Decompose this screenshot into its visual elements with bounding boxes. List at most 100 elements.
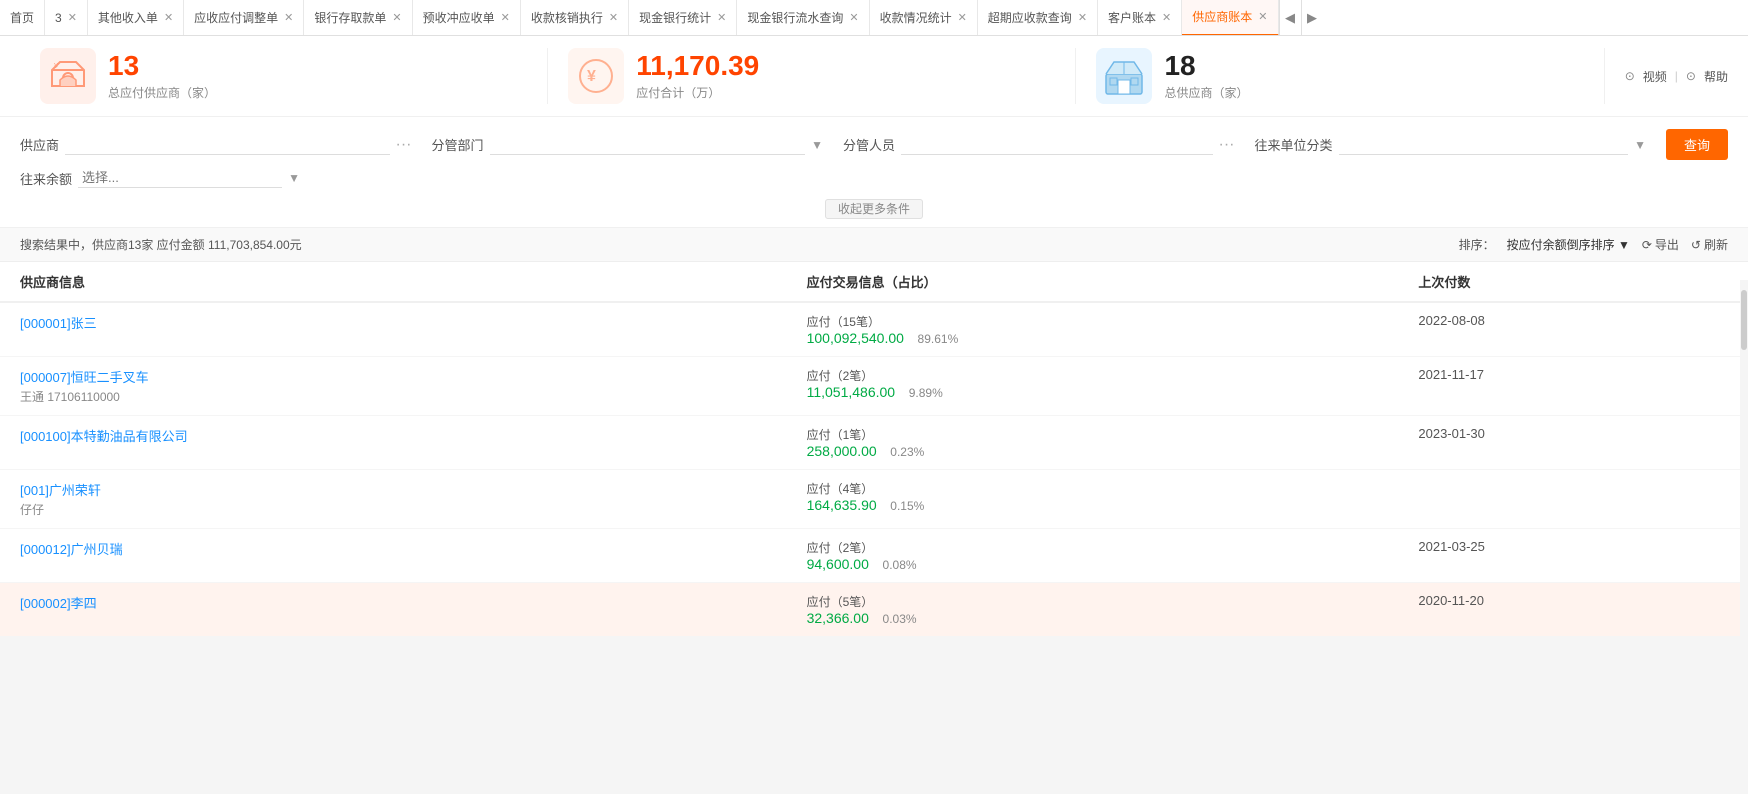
tx-label: 应付（1笔） [807, 428, 874, 442]
supplier-info-cell: [000007]恒旺二手叉车王通 17106110000 [0, 357, 787, 416]
nav-tab-3[interactable]: 3 ✕ [45, 0, 88, 36]
supplier-link[interactable]: [000001]张三 [20, 316, 97, 331]
nav-tab-cash-bank-flow-label: 现金银行流水查询 [747, 9, 843, 26]
nav-tab-ap-adjust[interactable]: 应收应付调整单 ✕ [184, 0, 304, 36]
tx-pct: 0.08% [883, 558, 917, 572]
tx-amount[interactable]: 258,000.00 [807, 443, 877, 459]
tx-amount[interactable]: 164,635.90 [807, 497, 877, 513]
filter-supplier: 供应商 ··· [20, 135, 412, 155]
close-icon[interactable]: ✕ [164, 11, 173, 24]
last-pay-cell: 2021-03-25 [1398, 529, 1748, 583]
tx-pct: 0.03% [883, 612, 917, 626]
close-icon[interactable]: ✕ [392, 11, 401, 24]
tx-amount[interactable]: 32,366.00 [807, 610, 869, 626]
tx-info-cell: 应付（5笔） 32,366.00 0.03% [787, 583, 1399, 637]
svg-text:¥: ¥ [587, 68, 596, 85]
payable-suppliers-number: 13 [108, 52, 216, 80]
supplier-sub-info: 王通 17106110000 [20, 388, 767, 405]
close-icon[interactable]: ✕ [501, 11, 510, 24]
supplier-link[interactable]: [000100]本特勤油品有限公司 [20, 429, 188, 444]
dept-filter-label: 分管部门 [432, 135, 484, 154]
balance-filter-input[interactable] [78, 168, 282, 188]
last-pay-cell: 2022-08-08 [1398, 302, 1748, 357]
stat-info-amount: 11,170.39 应付合计（万） [636, 52, 759, 101]
nav-next-button[interactable]: ▶ [1301, 0, 1323, 36]
table-row: [001]广州荣轩仔仔 应付（4笔） 164,635.90 0.15% [0, 470, 1748, 529]
table-header-row: 供应商信息 应付交易信息（占比） 上次付数 [0, 262, 1748, 302]
stat-info-payable: 13 总应付供应商（家） [108, 52, 216, 101]
total-amount-number: 11,170.39 [636, 52, 759, 80]
tx-label: 应付（5笔） [807, 595, 874, 609]
close-icon[interactable]: ✕ [849, 11, 858, 24]
tx-pct: 0.15% [890, 499, 924, 513]
nav-tab-advance-label: 预收冲应收单 [423, 9, 495, 26]
export-button[interactable]: ⟳ 导出 [1642, 236, 1679, 253]
nav-tab-home[interactable]: 首页 [0, 0, 45, 36]
tx-info-cell: 应付（1笔） 258,000.00 0.23% [787, 416, 1399, 470]
last-pay-cell: 2023-01-30 [1398, 416, 1748, 470]
table-row: [000012]广州贝瑞 应付（2笔） 94,600.00 0.08% 2021… [0, 529, 1748, 583]
video-link[interactable]: 视频 [1643, 68, 1667, 85]
right-scrollbar[interactable] [1740, 280, 1748, 794]
top-nav: 首页 3 ✕ 其他收入单 ✕ 应收应付调整单 ✕ 银行存取款单 ✕ 预收冲应收单… [0, 0, 1748, 36]
balance-chevron-icon[interactable]: ▼ [288, 171, 300, 185]
tx-label: 应付（4笔） [807, 482, 874, 496]
tx-amount[interactable]: 94,600.00 [807, 556, 869, 572]
sort-value[interactable]: 按应付余额倒序排序 ▼ [1507, 236, 1630, 253]
refresh-button[interactable]: ↺ 刷新 [1691, 236, 1728, 253]
nav-tab-receipt-exec[interactable]: 收款核销执行 ✕ [521, 0, 629, 36]
close-icon[interactable]: ✕ [717, 11, 726, 24]
col-tx-info: 应付交易信息（占比） [787, 262, 1399, 302]
nav-tab-overdue-label: 超期应收款查询 [988, 9, 1072, 26]
nav-prev-button[interactable]: ◀ [1279, 0, 1301, 36]
scrollbar-thumb[interactable] [1741, 290, 1747, 350]
supplier-link[interactable]: [000007]恒旺二手叉车 [20, 370, 149, 385]
tx-amount[interactable]: 100,092,540.00 [807, 330, 904, 346]
category-chevron-icon[interactable]: ▼ [1634, 138, 1646, 152]
table-row: [000100]本特勤油品有限公司 应付（1笔） 258,000.00 0.23… [0, 416, 1748, 470]
help-link[interactable]: 帮助 [1704, 68, 1728, 85]
nav-tab-supplier-account[interactable]: 供应商账本 ✕ [1182, 0, 1278, 36]
supplier-link[interactable]: [001]广州荣轩 [20, 483, 101, 498]
tx-amount[interactable]: 11,051,486.00 [807, 384, 896, 400]
stat-block-payable-suppliers: ¥ 13 总应付供应商（家） [20, 48, 548, 104]
close-icon[interactable]: ✕ [609, 11, 618, 24]
tx-pct: 9.89% [909, 386, 943, 400]
tx-label: 应付（2笔） [807, 369, 874, 383]
nav-tab-cash-bank-stat[interactable]: 现金银行统计 ✕ [629, 0, 737, 36]
nav-tab-receipt-stat[interactable]: 收款情况统计 ✕ [870, 0, 978, 36]
nav-tab-customer-account[interactable]: 客户账本 ✕ [1098, 0, 1182, 36]
supplier-filter-dots[interactable]: ··· [396, 136, 412, 154]
nav-tab-overdue[interactable]: 超期应收款查询 ✕ [978, 0, 1098, 36]
supplier-info-cell: [000012]广州贝瑞 [0, 529, 787, 583]
nav-tab-other-income[interactable]: 其他收入单 ✕ [88, 0, 184, 36]
dept-chevron-icon[interactable]: ▼ [811, 138, 823, 152]
nav-tab-receipt-stat-label: 收款情况统计 [880, 9, 952, 26]
close-icon[interactable]: ✕ [1078, 11, 1087, 24]
person-filter-input[interactable] [901, 135, 1213, 155]
close-icon[interactable]: ✕ [68, 11, 77, 24]
supplier-link[interactable]: [000002]李四 [20, 596, 97, 611]
filter-area: 供应商 ··· 分管部门 ▼ 分管人员 ··· 往来单位分类 ▼ 查询 往来余额 [0, 117, 1748, 228]
category-filter-label: 往来单位分类 [1255, 135, 1333, 154]
person-filter-dots[interactable]: ··· [1219, 136, 1235, 154]
col-last-pay: 上次付数 [1398, 262, 1748, 302]
nav-tab-cash-bank-flow[interactable]: 现金银行流水查询 ✕ [737, 0, 869, 36]
close-icon[interactable]: ✕ [1258, 10, 1267, 23]
store-icon [1096, 48, 1152, 104]
close-icon[interactable]: ✕ [1162, 11, 1171, 24]
svg-text:¥: ¥ [54, 63, 58, 70]
dept-filter-input[interactable] [490, 135, 806, 155]
supplier-filter-input[interactable] [65, 135, 390, 155]
category-filter-input[interactable] [1339, 135, 1629, 155]
supplier-info-cell: [000002]李四 [0, 583, 787, 637]
close-icon[interactable]: ✕ [284, 11, 293, 24]
nav-tab-advance[interactable]: 预收冲应收单 ✕ [413, 0, 521, 36]
nav-tab-bank-deposit-label: 银行存取款单 [314, 9, 386, 26]
last-pay-cell: 2020-11-20 [1398, 583, 1748, 637]
search-button[interactable]: 查询 [1666, 129, 1728, 160]
nav-tab-bank-deposit[interactable]: 银行存取款单 ✕ [304, 0, 412, 36]
collapse-more-filters[interactable]: 收起更多条件 [20, 196, 1728, 219]
supplier-link[interactable]: [000012]广州贝瑞 [20, 542, 123, 557]
close-icon[interactable]: ✕ [958, 11, 967, 24]
